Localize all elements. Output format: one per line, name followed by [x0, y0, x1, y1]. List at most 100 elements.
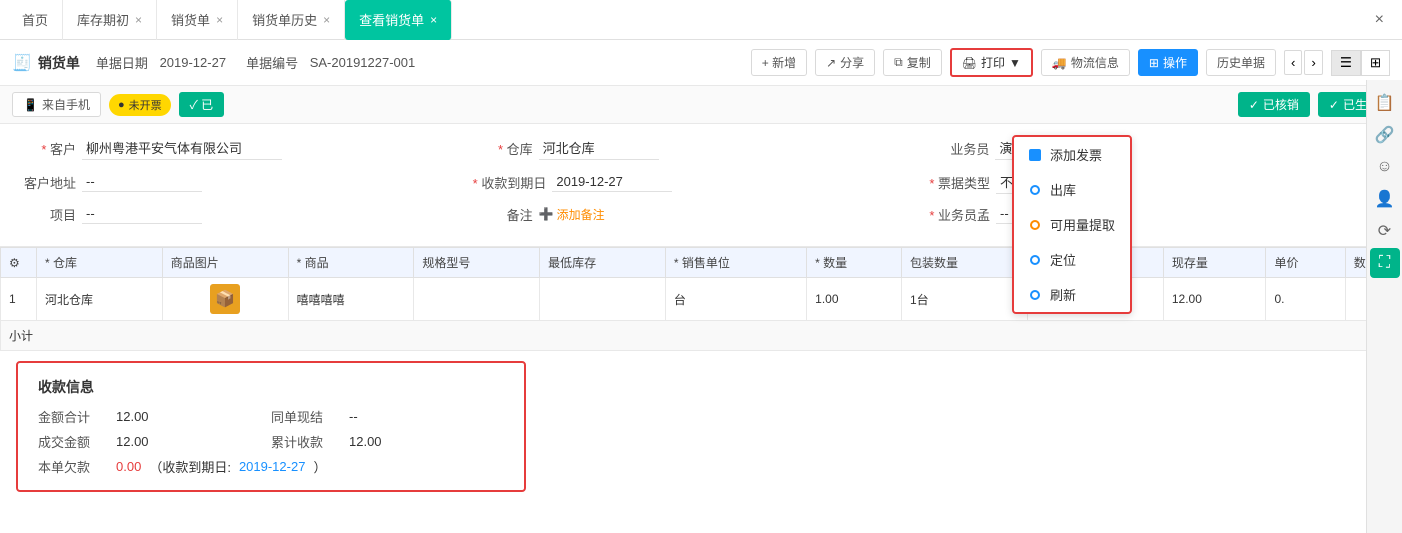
ticket-icon: ●	[118, 99, 125, 111]
doc-icon: 🧾	[12, 53, 32, 73]
confirm-button[interactable]: ✓ 已	[179, 92, 225, 117]
form-row-2: 客户地址 -- 收款到期日 2019-12-27 票据类型 不开票	[16, 170, 1386, 194]
col-product-img: 商品图片	[162, 248, 288, 278]
close-history-tab[interactable]: ×	[323, 13, 330, 27]
already-cancelled-button[interactable]: ✓ 已核销	[1238, 92, 1310, 117]
customer-label: 客户	[16, 139, 76, 158]
form-area: 客户 柳州粤港平安气体有限公司 仓库 河北仓库 业务员 演示账号 客户地址 --…	[0, 124, 1402, 247]
operations-button[interactable]: ⊞ 操作	[1138, 49, 1198, 76]
col-spec: 规格型号	[414, 248, 540, 278]
warehouse-field: 仓库 河北仓库	[473, 136, 930, 160]
doc-title-text: 销货单	[38, 53, 80, 73]
total-label: 金额合计	[38, 407, 108, 426]
add-invoice-item[interactable]: 添加发票	[1014, 137, 1130, 172]
check-icon: ✓	[1249, 98, 1259, 112]
doc-header: 🧾 销货单 单据日期 2019-12-27 单据编号 SA-20191227-0…	[0, 40, 1402, 86]
row-product-img: 📦	[162, 278, 288, 321]
address-label: 客户地址	[16, 173, 76, 192]
list-view-button[interactable]: ☰	[1331, 50, 1361, 76]
window-close-button[interactable]: ×	[1365, 11, 1394, 29]
row-unit: 台	[665, 278, 806, 321]
locate-item[interactable]: 定位	[1014, 242, 1130, 277]
refresh-icon	[1028, 288, 1042, 302]
doc-meta: 单据日期 2019-12-27 单据编号 SA-20191227-001	[96, 53, 415, 72]
sidebar-icon-2[interactable]: 🔗	[1370, 120, 1400, 150]
tab-home[interactable]: 首页	[8, 0, 63, 40]
locate-icon	[1028, 253, 1042, 267]
tab-sales-history[interactable]: 销货单历史 ×	[238, 0, 345, 40]
sidebar-icon-3[interactable]: ☺	[1370, 152, 1400, 182]
view-toggle: ☰ ⊞	[1331, 50, 1390, 76]
project-value[interactable]: --	[82, 204, 202, 224]
due-date-field: 收款到期日 2019-12-27	[473, 172, 930, 192]
copy-icon: ⧉	[894, 55, 903, 70]
main-area: 🧾 销货单 单据日期 2019-12-27 单据编号 SA-20191227-0…	[0, 40, 1402, 533]
check-icon2: ✓	[1329, 98, 1339, 112]
owed-label: 本单欠款	[38, 457, 108, 476]
sidebar-icon-5[interactable]: ⟳	[1370, 216, 1400, 246]
row-price: 0.	[1266, 278, 1345, 321]
not-opened-button[interactable]: ● 未开票	[109, 94, 171, 116]
ticket-type-field: 票据类型 不开票	[929, 170, 1386, 194]
sidebar-icon-4[interactable]: 👤	[1370, 184, 1400, 214]
owed-row: 本单欠款 0.00 （收款到期日: 2019-12-27 ）	[38, 457, 504, 476]
tab-inventory-init[interactable]: 库存期初 ×	[63, 0, 157, 40]
tab-view-sales[interactable]: 查看销货单 ×	[345, 0, 452, 40]
warehouse-value[interactable]: 河北仓库	[539, 136, 659, 160]
col-price: 单价	[1266, 248, 1345, 278]
close-inventory-tab[interactable]: ×	[135, 13, 142, 27]
form-row-3: 项目 -- 备注 ➕ 添加备注 业务员孟 --	[16, 204, 1386, 224]
print-button[interactable]: 🖨 打印 ▼	[950, 48, 1033, 77]
owed-value: 0.00	[116, 459, 141, 474]
due-date-label: 收款到期日	[473, 173, 547, 192]
refresh-item[interactable]: 刷新	[1014, 277, 1130, 312]
outbound-item[interactable]: 出库	[1014, 172, 1130, 207]
subtotal-row: 小计	[1, 321, 1402, 351]
print-dropdown-icon: ▼	[1009, 56, 1021, 70]
notes-field: 备注 ➕ 添加备注	[473, 205, 930, 224]
row-spec	[414, 278, 540, 321]
doc-number-label: 单据编号 SA-20191227-001	[246, 53, 415, 72]
sidebar-icon-1[interactable]: 📋	[1370, 88, 1400, 118]
plus-icon: ➕	[539, 207, 554, 221]
available-qty-item[interactable]: 可用量提取	[1014, 207, 1130, 242]
row-warehouse: 河北仓库	[37, 278, 163, 321]
table-action-bar: 📱 来自手机 ● 未开票 ✓ 已 ✓ 已核销 ✓ 已生效	[0, 86, 1402, 124]
settle-value: --	[349, 409, 358, 424]
owed-due-date: 2019-12-27	[239, 459, 306, 474]
share-icon: ↗	[826, 56, 836, 70]
deal-row: 成交金额 12.00	[38, 432, 271, 451]
prev-button[interactable]: ‹	[1284, 50, 1302, 75]
share-button[interactable]: ↗ 分享	[815, 49, 875, 76]
customer-value[interactable]: 柳州粤港平安气体有限公司	[82, 136, 282, 160]
notes-label: 备注	[473, 205, 533, 224]
total-row: 金额合计 12.00	[38, 407, 271, 426]
doc-title: 🧾 销货单	[12, 53, 80, 73]
grid-view-button[interactable]: ⊞	[1361, 50, 1390, 76]
close-sales-tab[interactable]: ×	[216, 13, 223, 27]
history-button[interactable]: 历史单据	[1206, 49, 1276, 76]
row-min-stock	[540, 278, 666, 321]
print-icon: 🖨	[962, 56, 977, 70]
new-button[interactable]: + 新增	[751, 49, 807, 76]
col-product: * 商品	[288, 248, 414, 278]
logistics-button[interactable]: 🚚 物流信息	[1041, 49, 1130, 76]
add-note-button[interactable]: ➕ 添加备注	[539, 206, 605, 223]
due-date-value[interactable]: 2019-12-27	[552, 172, 672, 192]
project-label: 项目	[16, 205, 76, 224]
tab-sales-order[interactable]: 销货单 ×	[157, 0, 238, 40]
from-phone-button[interactable]: 📱 来自手机	[12, 92, 101, 117]
next-button[interactable]: ›	[1304, 50, 1322, 75]
staff2-label: 业务员孟	[929, 205, 990, 224]
sidebar-icon-expand[interactable]: ⛶	[1370, 248, 1400, 278]
doc-date-value: 2019-12-27	[160, 55, 227, 70]
cumulative-label: 累计收款	[271, 432, 341, 451]
address-value[interactable]: --	[82, 172, 202, 192]
customer-field: 客户 柳州粤港平安气体有限公司	[16, 136, 473, 160]
project-field: 项目 --	[16, 204, 473, 224]
close-view-sales-tab[interactable]: ×	[430, 13, 437, 27]
copy-button[interactable]: ⧉ 复制	[883, 49, 942, 76]
toolbar: + 新增 ↗ 分享 ⧉ 复制 🖨 打印 ▼ 🚚 物流信息 ⊞ 操作	[751, 48, 1390, 77]
ticket-type-label: 票据类型	[929, 173, 990, 192]
table-row: 1 河北仓库 📦 嘻嘻嘻嘻 台 1.00 1台 12.00 0.	[1, 278, 1402, 321]
